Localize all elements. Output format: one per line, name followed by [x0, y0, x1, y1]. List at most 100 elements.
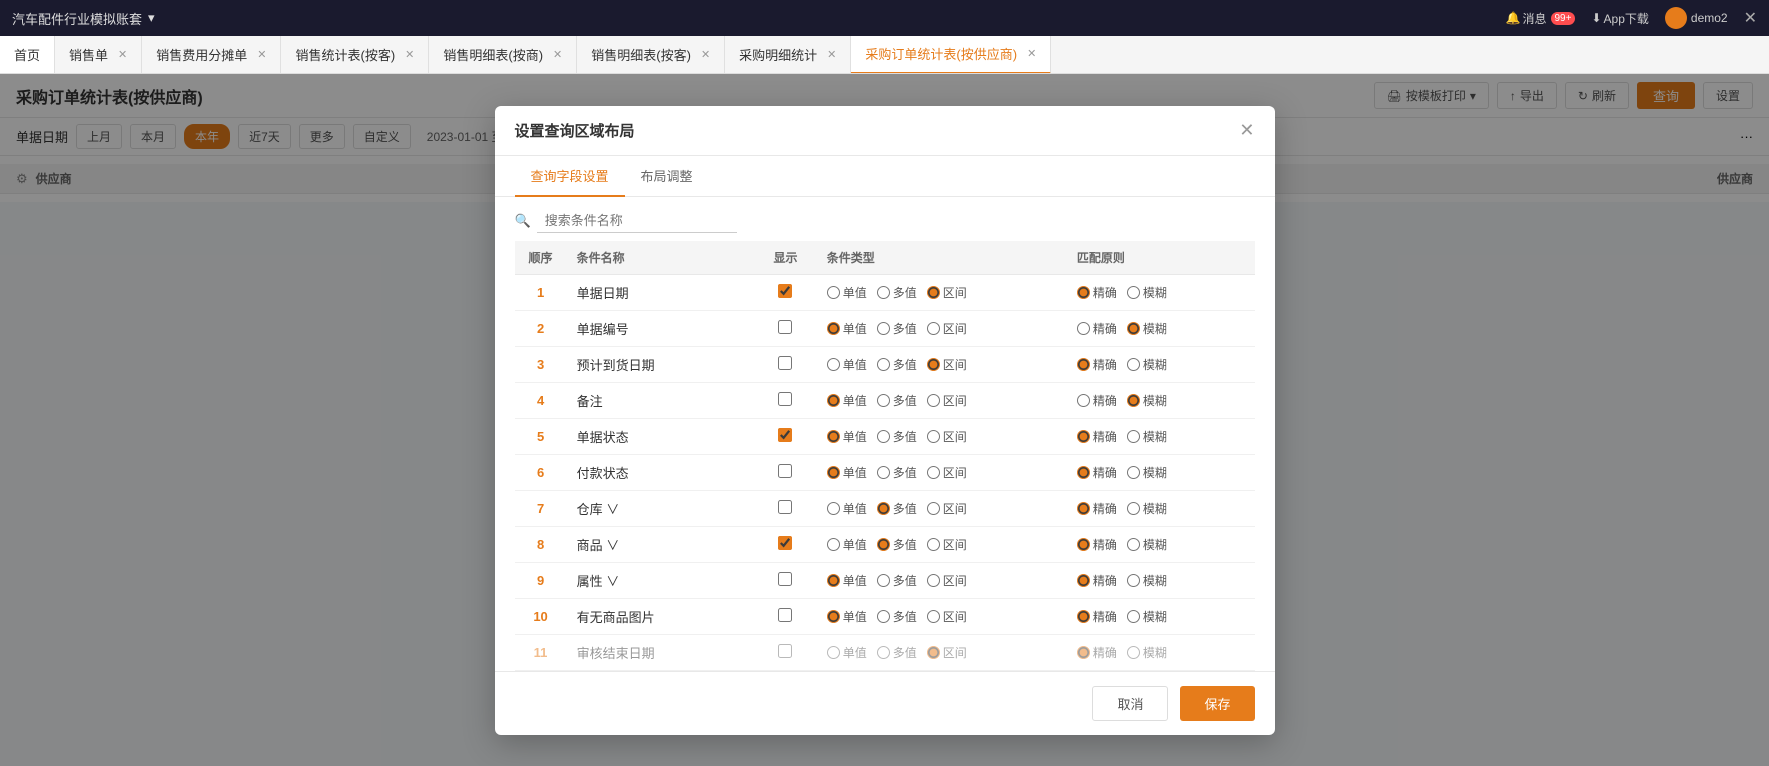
type-radio[interactable]: [877, 466, 890, 479]
match-radio[interactable]: [1077, 466, 1090, 479]
type-radio-label[interactable]: 多值: [877, 608, 917, 625]
type-radio[interactable]: [927, 358, 940, 371]
type-radio[interactable]: [877, 394, 890, 407]
type-radio-label[interactable]: 区间: [927, 500, 967, 517]
type-radio[interactable]: [827, 430, 840, 443]
match-radio[interactable]: [1127, 394, 1140, 407]
type-radio[interactable]: [827, 574, 840, 587]
match-radio[interactable]: [1127, 610, 1140, 623]
match-radio[interactable]: [1127, 538, 1140, 551]
type-radio[interactable]: [927, 466, 940, 479]
display-checkbox[interactable]: [778, 500, 792, 514]
tab-purchase-detail-close[interactable]: ✕: [827, 48, 836, 61]
type-radio-label[interactable]: 区间: [927, 356, 967, 373]
display-checkbox[interactable]: [778, 284, 792, 298]
tab-sales-order-close[interactable]: ✕: [118, 48, 127, 61]
type-radio-label[interactable]: 多值: [877, 320, 917, 337]
modal-tab-layout[interactable]: 布局调整: [625, 156, 709, 197]
match-radio-label[interactable]: 精确: [1077, 644, 1117, 661]
type-radio-label[interactable]: 区间: [927, 536, 967, 553]
match-radio-label[interactable]: 模糊: [1127, 644, 1167, 661]
notification-item[interactable]: 🔔 消息 99+: [1506, 10, 1576, 27]
match-radio-label[interactable]: 模糊: [1127, 356, 1167, 373]
type-radio-label[interactable]: 多值: [877, 356, 917, 373]
match-radio[interactable]: [1127, 286, 1140, 299]
match-radio[interactable]: [1127, 322, 1140, 335]
cell-display[interactable]: [754, 454, 817, 490]
type-radio[interactable]: [927, 538, 940, 551]
match-radio-label[interactable]: 精确: [1077, 572, 1117, 589]
cell-display[interactable]: [754, 418, 817, 454]
match-radio-label[interactable]: 模糊: [1127, 572, 1167, 589]
match-radio-label[interactable]: 精确: [1077, 608, 1117, 625]
cell-display[interactable]: [754, 562, 817, 598]
save-button[interactable]: 保存: [1180, 686, 1254, 721]
type-radio-label[interactable]: 单值: [827, 464, 867, 481]
type-radio[interactable]: [877, 430, 890, 443]
match-radio-label[interactable]: 精确: [1077, 320, 1117, 337]
match-radio[interactable]: [1077, 538, 1090, 551]
type-radio-label[interactable]: 区间: [927, 608, 967, 625]
type-radio[interactable]: [827, 394, 840, 407]
match-radio[interactable]: [1077, 502, 1090, 515]
type-radio[interactable]: [827, 286, 840, 299]
tab-purchase-order[interactable]: 采购订单统计表(按供应商) ✕: [851, 36, 1051, 74]
user-avatar[interactable]: demo2: [1665, 7, 1728, 29]
cell-display[interactable]: [754, 274, 817, 310]
tab-sales-detail-goods-close[interactable]: ✕: [553, 48, 562, 61]
match-radio[interactable]: [1127, 646, 1140, 659]
cell-display[interactable]: [754, 634, 817, 670]
type-radio[interactable]: [927, 286, 940, 299]
modal-tab-query-fields[interactable]: 查询字段设置: [515, 156, 625, 197]
type-radio[interactable]: [877, 502, 890, 515]
display-checkbox[interactable]: [778, 644, 792, 658]
type-radio-label[interactable]: 单值: [827, 644, 867, 661]
type-radio[interactable]: [927, 430, 940, 443]
type-radio-label[interactable]: 区间: [927, 392, 967, 409]
modal-close-button[interactable]: ✕: [1239, 120, 1254, 141]
match-radio[interactable]: [1127, 502, 1140, 515]
type-radio-label[interactable]: 区间: [927, 284, 967, 301]
match-radio[interactable]: [1127, 358, 1140, 371]
cell-display[interactable]: [754, 310, 817, 346]
dropdown-icon[interactable]: ▾: [148, 10, 155, 26]
type-radio-label[interactable]: 单值: [827, 284, 867, 301]
type-radio-label[interactable]: 单值: [827, 428, 867, 445]
type-radio-label[interactable]: 单值: [827, 572, 867, 589]
type-radio-label[interactable]: 多值: [877, 284, 917, 301]
type-radio[interactable]: [827, 646, 840, 659]
match-radio-label[interactable]: 精确: [1077, 500, 1117, 517]
type-radio-label[interactable]: 多值: [877, 392, 917, 409]
type-radio-label[interactable]: 单值: [827, 500, 867, 517]
cell-display[interactable]: [754, 346, 817, 382]
match-radio[interactable]: [1127, 466, 1140, 479]
type-radio-label[interactable]: 区间: [927, 320, 967, 337]
display-checkbox[interactable]: [778, 428, 792, 442]
close-window-icon[interactable]: ✕: [1744, 8, 1757, 28]
tab-sales-detail-customer[interactable]: 销售明细表(按客) ✕: [577, 36, 725, 74]
match-radio-label[interactable]: 模糊: [1127, 428, 1167, 445]
cell-display[interactable]: [754, 598, 817, 634]
match-radio-label[interactable]: 精确: [1077, 392, 1117, 409]
match-radio[interactable]: [1077, 322, 1090, 335]
type-radio[interactable]: [877, 646, 890, 659]
match-radio-label[interactable]: 模糊: [1127, 464, 1167, 481]
cell-display[interactable]: [754, 490, 817, 526]
match-radio-label[interactable]: 模糊: [1127, 392, 1167, 409]
match-radio[interactable]: [1077, 286, 1090, 299]
match-radio[interactable]: [1127, 430, 1140, 443]
cancel-button[interactable]: 取消: [1092, 686, 1168, 721]
match-radio-label[interactable]: 精确: [1077, 284, 1117, 301]
type-radio-label[interactable]: 单值: [827, 392, 867, 409]
type-radio[interactable]: [877, 538, 890, 551]
type-radio-label[interactable]: 多值: [877, 464, 917, 481]
tab-sales-expense[interactable]: 销售费用分摊单 ✕: [142, 36, 281, 74]
type-radio-label[interactable]: 单值: [827, 356, 867, 373]
type-radio[interactable]: [927, 502, 940, 515]
tab-sales-detail-customer-close[interactable]: ✕: [701, 48, 710, 61]
type-radio-label[interactable]: 单值: [827, 536, 867, 553]
type-radio-label[interactable]: 区间: [927, 464, 967, 481]
type-radio[interactable]: [827, 502, 840, 515]
display-checkbox[interactable]: [778, 536, 792, 550]
tab-sales-stat[interactable]: 销售统计表(按客) ✕: [281, 36, 429, 74]
